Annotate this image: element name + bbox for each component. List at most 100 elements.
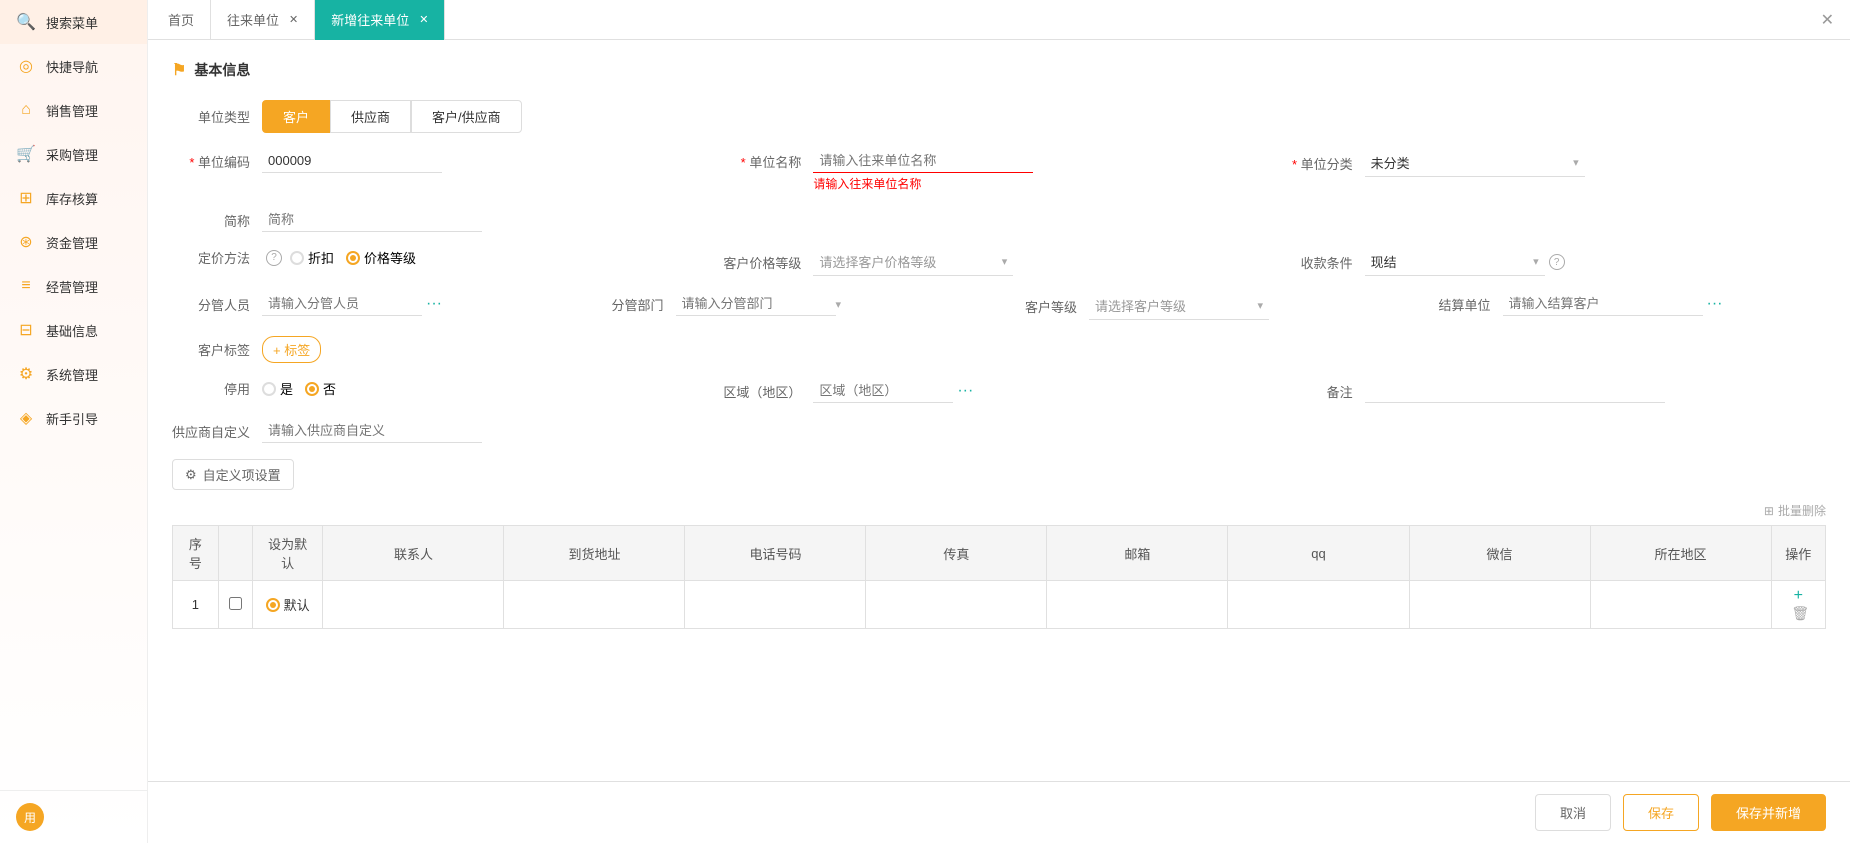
settlement-more-button[interactable]: ··· <box>1703 295 1727 313</box>
nav-icon: ◎ <box>16 56 36 76</box>
customer-tag-label: 客户标签 <box>172 340 262 359</box>
radio-yes[interactable]: 是 <box>262 379 293 398</box>
tab-home[interactable]: 首页 <box>152 0 211 40</box>
short-name-input[interactable] <box>262 208 482 232</box>
manager-input[interactable] <box>262 292 422 316</box>
region-more-button[interactable]: ··· <box>953 382 977 400</box>
dept-input[interactable] <box>676 292 836 316</box>
sidebar-item-finance[interactable]: ⊛ 资金管理 <box>0 220 147 264</box>
settlement-input[interactable] <box>1503 292 1703 316</box>
form-row-manager: 分管人员 ··· 分管部门 ▾ 客户等级 请选择客户等级 ▾ 结算单位 ··· <box>172 292 1826 320</box>
row-checkbox[interactable] <box>229 597 242 610</box>
cell-region[interactable] <box>1590 581 1771 629</box>
cell-fax[interactable] <box>866 581 1047 629</box>
sidebar-item-system[interactable]: ⚙ 系统管理 <box>0 352 147 396</box>
cell-wechat[interactable] <box>1409 581 1590 629</box>
home-icon: ⌂ <box>16 100 36 120</box>
unit-code-input[interactable] <box>262 149 442 173</box>
save-new-button[interactable]: 保存并新增 <box>1711 794 1826 831</box>
sidebar-item-sales[interactable]: ⌂ 销售管理 <box>0 88 147 132</box>
remark-input[interactable] <box>1365 379 1665 403</box>
customer-price-select[interactable]: 请选择客户价格等级 ▾ <box>813 248 1013 276</box>
sidebar-item-label: 搜索菜单 <box>46 13 98 32</box>
sidebar-item-label: 库存核算 <box>46 189 98 208</box>
unit-type-supplier[interactable]: 供应商 <box>330 100 411 133</box>
sidebar-item-label: 经营管理 <box>46 277 98 296</box>
cell-checkbox[interactable] <box>218 581 252 629</box>
sidebar-item-label: 销售管理 <box>46 101 98 120</box>
tab-home-label: 首页 <box>168 10 194 29</box>
cell-email[interactable] <box>1047 581 1228 629</box>
cell-phone[interactable] <box>685 581 866 629</box>
sidebar-item-basic[interactable]: ⊟ 基础信息 <box>0 308 147 352</box>
col-default: 设为默认 <box>252 526 323 581</box>
radio-discount[interactable]: 折扣 <box>290 248 334 267</box>
unit-type-both[interactable]: 客户/供应商 <box>411 100 522 133</box>
unit-name-input[interactable] <box>813 149 1033 173</box>
close-window-button[interactable]: ✕ <box>1809 10 1846 30</box>
sidebar-item-operations[interactable]: ≡ 经营管理 <box>0 264 147 308</box>
sidebar-item-label: 资金管理 <box>46 233 98 252</box>
add-row-button[interactable]: + <box>1794 587 1803 604</box>
cancel-button[interactable]: 取消 <box>1535 794 1611 831</box>
form-row-tags: 客户标签 + 标签 <box>172 336 1826 363</box>
sidebar-item-guide[interactable]: ◈ 新手引导 <box>0 396 147 440</box>
chevron-down-icon: ▾ <box>1002 255 1008 268</box>
custom-settings-button[interactable]: ⚙ 自定义项设置 <box>172 459 294 490</box>
cell-actions: + 🗑 <box>1771 581 1825 629</box>
tab-partner[interactable]: 往来单位 ✕ <box>211 0 315 40</box>
region-input[interactable] <box>813 379 953 403</box>
remark-label: 备注 <box>1275 382 1365 401</box>
save-button[interactable]: 保存 <box>1623 794 1699 831</box>
pricing-method-group: 定价方法 ? 折扣 价格等级 <box>172 248 723 267</box>
table-header-row: 序号 设为默认 联系人 到货地址 电话号码 传真 邮箱 qq 微信 所在地区 操… <box>173 526 1826 581</box>
add-tag-button[interactable]: + 标签 <box>262 336 321 363</box>
close-new-partner-tab[interactable]: ✕ <box>419 13 428 26</box>
radio-price-level[interactable]: 价格等级 <box>346 248 416 267</box>
pricing-help-icon[interactable]: ? <box>266 250 282 266</box>
manager-group: 分管人员 ··· <box>172 292 586 316</box>
region-group: 区域（地区） ··· <box>723 379 1274 403</box>
unit-name-error: 请输入往来单位名称 <box>813 175 921 192</box>
settlement-group: 结算单位 ··· <box>1413 292 1827 316</box>
purchase-icon: 🛒 <box>16 144 36 164</box>
cell-qq[interactable] <box>1228 581 1409 629</box>
radio-no-circle <box>305 382 319 396</box>
table-row: 1 默认 <box>173 581 1826 629</box>
cell-contact[interactable] <box>323 581 504 629</box>
customer-level-select[interactable]: 请选择客户等级 ▾ <box>1089 292 1269 320</box>
main-area: 首页 往来单位 ✕ 新增往来单位 ✕ ✕ ⚑ 基本信息 单位类型 客户 供应商 … <box>148 0 1850 843</box>
radio-no[interactable]: 否 <box>305 379 336 398</box>
manager-more-button[interactable]: ··· <box>422 295 446 313</box>
sidebar-item-purchase[interactable]: 🛒 采购管理 <box>0 132 147 176</box>
cell-default: 默认 <box>252 581 323 629</box>
payment-terms-help-icon[interactable]: ? <box>1549 254 1565 270</box>
form-content: ⚑ 基本信息 单位类型 客户 供应商 客户/供应商 单位编码 单位名称 请输入往… <box>148 40 1850 781</box>
delete-row-button[interactable]: 🗑 <box>1791 605 1809 621</box>
col-contact: 联系人 <box>323 526 504 581</box>
flag-icon: ⚑ <box>172 60 186 80</box>
supplier-custom-input[interactable] <box>262 419 482 443</box>
radio-discount-circle <box>290 251 304 265</box>
unit-name-label: 单位名称 <box>723 152 813 171</box>
unit-category-label: 单位分类 <box>1275 154 1365 173</box>
sidebar-item-label: 采购管理 <box>46 145 98 164</box>
tab-new-partner[interactable]: 新增往来单位 ✕ <box>315 0 445 40</box>
default-radio[interactable] <box>266 598 280 612</box>
close-partner-tab[interactable]: ✕ <box>289 13 298 26</box>
operations-icon: ≡ <box>16 276 36 296</box>
unit-type-customer[interactable]: 客户 <box>262 100 330 133</box>
sidebar-item-inventory[interactable]: ⊞ 库存核算 <box>0 176 147 220</box>
sidebar-item-search[interactable]: 🔍 搜索菜单 <box>0 0 147 44</box>
cell-address[interactable] <box>504 581 685 629</box>
batch-delete-icon: ⊞ <box>1764 504 1774 518</box>
unit-category-select[interactable]: 未分类 ▾ <box>1365 149 1585 177</box>
batch-delete-label[interactable]: 批量删除 <box>1778 502 1826 519</box>
section-title: ⚑ 基本信息 <box>172 60 1826 80</box>
sidebar-item-quick-nav[interactable]: ◎ 快捷导航 <box>0 44 147 88</box>
search-icon: 🔍 <box>16 12 36 32</box>
unit-type-label: 单位类型 <box>172 107 262 126</box>
payment-terms-select[interactable]: 现结 ▾ <box>1365 248 1545 276</box>
dept-chevron-icon: ▾ <box>836 298 842 311</box>
payment-terms-group: 收款条件 现结 ▾ ? <box>1275 248 1826 276</box>
